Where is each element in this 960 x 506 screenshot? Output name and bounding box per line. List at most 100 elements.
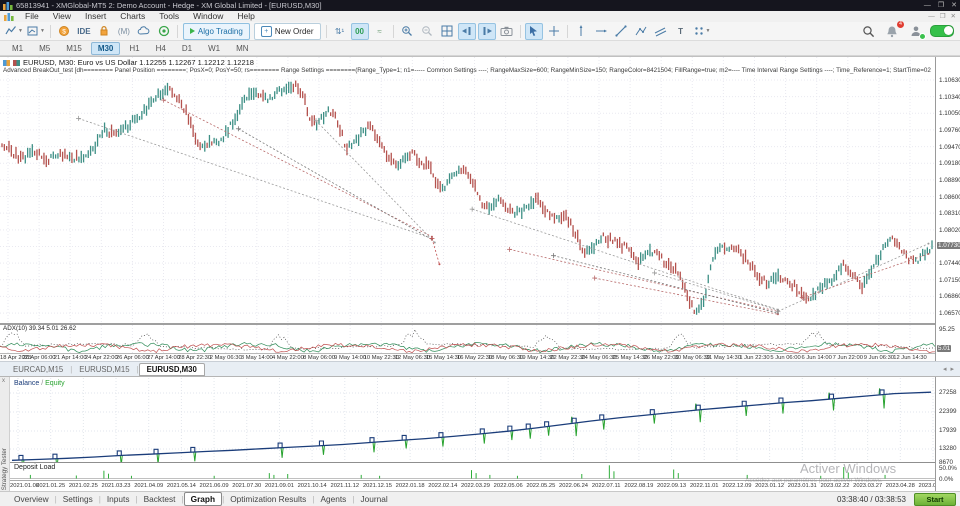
chart-tabs-scroll-left-icon[interactable]: ◂ — [943, 365, 947, 373]
menu-items: File View Insert Charts Tools Window Help — [18, 11, 262, 22]
tile-windows-icon[interactable] — [438, 23, 456, 40]
community-user-icon[interactable] — [907, 23, 926, 40]
adx-indicator-pane[interactable]: ADX(10) 39.34 5.01 26.62 — [0, 325, 935, 353]
tester-tab-inputs[interactable]: Inputs — [101, 493, 136, 505]
price-axis-label: 1.08890 — [939, 176, 960, 184]
metaeditor-ide-icon[interactable]: IDE — [75, 23, 93, 40]
timeframe-mn[interactable]: MN — [229, 42, 255, 55]
chart-profile-icon[interactable]: ▼ — [26, 23, 46, 40]
screenshot-camera-icon[interactable] — [498, 23, 516, 40]
legend-balance: Balance — [14, 380, 40, 387]
timeframe-h1[interactable]: H1 — [122, 42, 146, 55]
auto-scroll-icon[interactable] — [457, 22, 476, 40]
title-bar: 65813941 - XMGlobal-MT5 2: Demo Account … — [0, 0, 960, 11]
zoom-out-icon[interactable] — [418, 23, 436, 40]
price-axis-label: 1.08600 — [939, 193, 960, 201]
menu-help[interactable]: Help — [230, 11, 261, 22]
timeframe-m30[interactable]: M30 — [90, 41, 121, 55]
menu-file[interactable]: File — [18, 11, 46, 22]
start-button[interactable]: Start — [914, 492, 956, 506]
price-axis-label: 1.10050 — [939, 110, 960, 118]
chart-tab-eurusd-m30[interactable]: EURUSD,M30 — [138, 362, 205, 376]
search-icon[interactable] — [859, 23, 877, 40]
chart-tab-eurcad-m15[interactable]: EURCAD,M15 — [6, 364, 70, 375]
timeframe-h4[interactable]: H4 — [149, 42, 173, 55]
legend-equity: Equity — [45, 380, 65, 387]
price-chart[interactable] — [0, 57, 935, 323]
adx-scale-top: 95.25 — [939, 326, 955, 333]
timeframe-d1[interactable]: D1 — [175, 42, 199, 55]
polyline-tool-icon[interactable] — [632, 23, 650, 40]
price-axis-label: 1.08310 — [939, 210, 960, 218]
cloud-icon[interactable] — [135, 23, 153, 40]
text-tool-icon[interactable]: T — [672, 23, 690, 40]
balance-equity-chart[interactable] — [10, 378, 935, 462]
price-axis-label: 1.06570 — [939, 310, 960, 318]
notifications-bell-icon[interactable]: 4 — [883, 20, 904, 40]
tester-tab-backtest[interactable]: Backtest — [138, 493, 182, 505]
lock-icon[interactable] — [95, 23, 113, 40]
price-axis-label: 1.09760 — [939, 126, 960, 134]
chart-close-button[interactable]: ✕ — [951, 11, 956, 22]
tester-tab-agents[interactable]: Agents — [314, 493, 352, 505]
chart-tabs-scroll-right-icon[interactable]: ▸ — [950, 365, 954, 373]
timeframe-m5[interactable]: M5 — [32, 42, 57, 55]
community-icon[interactable] — [155, 23, 173, 40]
menu-charts[interactable]: Charts — [113, 11, 152, 22]
horizontal-line-tool-icon[interactable] — [592, 23, 610, 40]
menu-tools[interactable]: Tools — [152, 11, 186, 22]
chart-type-icon[interactable]: ▼ — [4, 23, 24, 40]
app-menu-icon[interactable] — [4, 13, 14, 21]
equidistant-channel-tool-icon[interactable] — [652, 23, 670, 40]
window-close-button[interactable]: ✕ — [951, 0, 957, 11]
tester-tab-optimization-results[interactable]: Optimization Results — [224, 493, 312, 505]
mt5-application-window: 65813941 - XMGlobal-MT5 2: Demo Account … — [0, 0, 960, 506]
zoom-in-icon[interactable] — [398, 23, 416, 40]
tester-close-button[interactable]: x — [2, 378, 5, 384]
chart-tab-eurusd-m15[interactable]: EURUSD,M15 — [72, 364, 136, 375]
window-maximize-button[interactable]: ❐ — [938, 0, 944, 11]
chart-restore-button[interactable]: ❐ — [940, 11, 946, 22]
timeframe-w1[interactable]: W1 — [201, 42, 227, 55]
adx-chart[interactable] — [0, 325, 935, 353]
price-chart-pane[interactable]: EURUSD, M30: Euro vs US Dollar 1.12255 1… — [0, 57, 935, 323]
tester-tab-settings[interactable]: Settings — [57, 493, 99, 505]
toolbar: ▼ ▼ $ IDE (M) Algo Trading + New Order ⇅ — [0, 20, 960, 41]
menu-insert[interactable]: Insert — [78, 11, 113, 22]
strategy-tester-panel: x Strategy Tester Balance / Equity Depos… — [0, 376, 960, 492]
wave-icon[interactable]: ≈ — [371, 23, 389, 40]
tester-tab-journal[interactable]: Journal — [354, 493, 393, 505]
tester-value-axis: 27258 22399 17939 13280 8670 50.0% 0.0% — [935, 377, 960, 492]
price-axis-label: 1.08020 — [939, 226, 960, 234]
price-axis-label: 1.07150 — [939, 276, 960, 284]
cursor-icon[interactable] — [524, 22, 543, 40]
trendline-tool-icon[interactable] — [612, 23, 630, 40]
menu-view[interactable]: View — [46, 11, 78, 22]
chart-shift-icon[interactable] — [477, 22, 496, 40]
chart-symbol-info: EURUSD, M30: Euro vs US Dollar 1.12255 1… — [3, 58, 254, 67]
deposit-load-label: Deposit Load — [14, 464, 56, 471]
new-order-button[interactable]: + New Order — [253, 22, 321, 40]
connection-toggle[interactable] — [930, 25, 954, 37]
vertical-line-tool-icon[interactable] — [572, 23, 590, 40]
algo-trading-button[interactable]: Algo Trading — [182, 22, 250, 40]
windows-activation-watermark-line2: Accédez aux paramètres pour activer Wind… — [745, 477, 883, 484]
shapes-tool-icon[interactable]: ▼ — [692, 23, 712, 40]
tester-tab-overview[interactable]: Overview — [8, 493, 55, 505]
chart-tabs-bar: EURCAD,M15 | EURUSD,M15 | EURUSD,M30 ◂ ▸ — [0, 361, 960, 376]
tester-balance-axis-label: 17939 — [939, 427, 957, 434]
chart-minimize-button[interactable]: — — [928, 11, 935, 22]
play-icon — [189, 28, 195, 34]
tester-graph-area[interactable]: Balance / Equity — [10, 378, 935, 462]
menu-window[interactable]: Window — [186, 11, 230, 22]
timeframe-m15[interactable]: M15 — [59, 42, 89, 55]
timeframe-m1[interactable]: M1 — [5, 42, 30, 55]
crosshair-icon[interactable] — [545, 23, 563, 40]
deposit-icon[interactable]: $ — [55, 23, 73, 40]
depth-of-market-icon[interactable]: 00 — [350, 22, 369, 40]
window-minimize-button[interactable]: — — [924, 0, 931, 11]
price-axis[interactable]: 1.10630 1.10340 1.10050 1.09760 1.09470 1.091… — [935, 57, 960, 362]
market-watch-icon[interactable]: (M) — [115, 23, 133, 40]
tester-tab-graph[interactable]: Graph — [183, 492, 223, 506]
tick-chart-icon[interactable]: ⇅¹ — [331, 23, 349, 40]
